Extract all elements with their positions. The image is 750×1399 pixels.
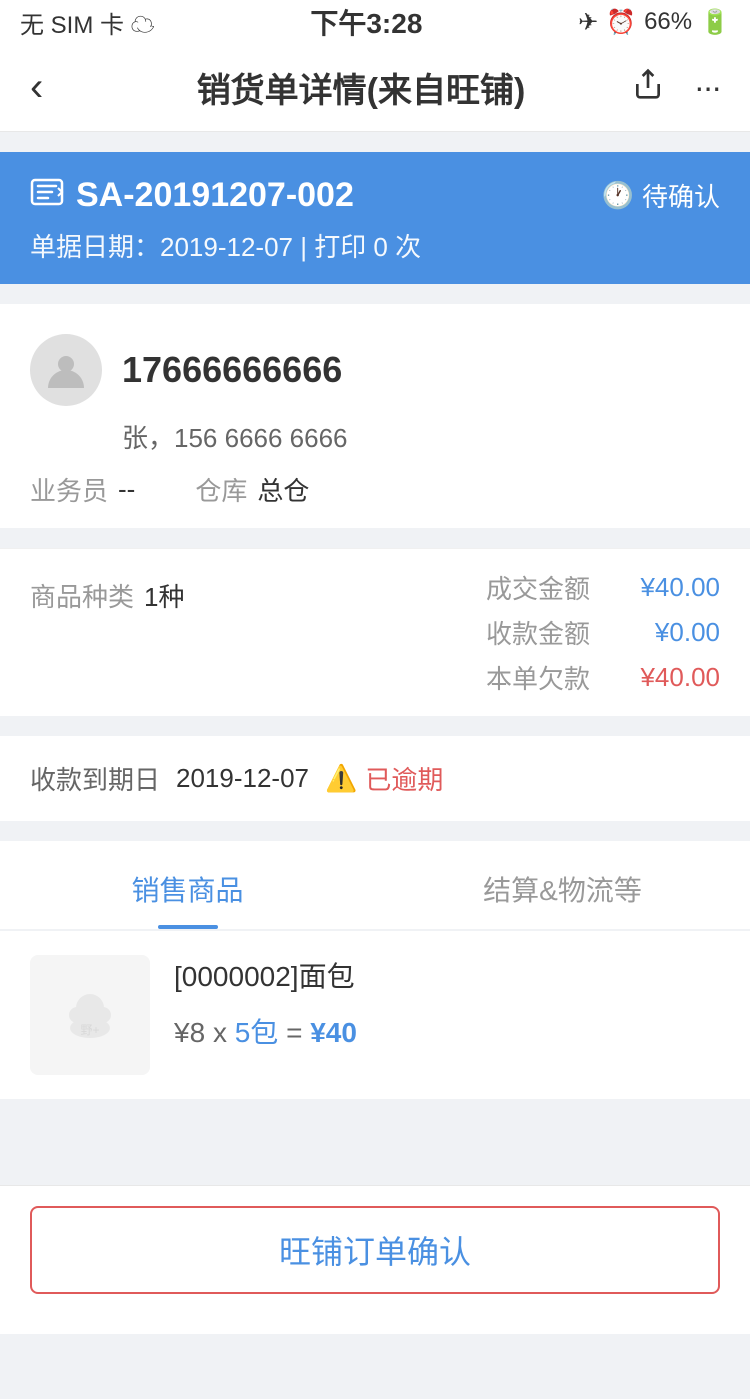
- order-header-top: SA-20191207-002 🕐 待确认: [30, 176, 720, 215]
- product-card: 野+ [0000002]面包 ¥8 x 5包 = ¥40: [0, 931, 750, 1099]
- total-price: ¥40: [310, 1017, 357, 1048]
- quantity: 5包: [235, 1017, 279, 1048]
- customer-meta: 业务员 -- 仓库 总仓: [30, 471, 720, 508]
- tabs: 销售商品 结算&物流等: [0, 841, 750, 929]
- sim-status: 无 SIM 卡 ☁: [20, 5, 155, 40]
- battery-icon: 🔋: [700, 8, 730, 37]
- svg-text:野+: 野+: [80, 1023, 99, 1037]
- warehouse-label: 仓库: [195, 471, 247, 508]
- status-time: 下午3:28: [310, 2, 422, 42]
- warehouse-value: 总仓: [257, 471, 309, 508]
- product-thumbnail: 野+: [30, 955, 150, 1075]
- salesperson-item: 业务员 --: [30, 471, 135, 508]
- share-button[interactable]: [632, 68, 664, 108]
- amount-value-2: ¥40.00: [610, 662, 720, 693]
- amount-label-1: 收款金额: [486, 614, 590, 651]
- warning-icon: ⚠️: [325, 763, 357, 794]
- due-label: 收款到期日: [30, 760, 160, 797]
- multiply-sign: x: [213, 1017, 235, 1048]
- amount-value-0: ¥40.00: [610, 572, 720, 603]
- unit-price: ¥8: [174, 1017, 205, 1048]
- amount-label-0: 成交金额: [486, 569, 590, 606]
- product-price-row: ¥8 x 5包 = ¥40: [174, 1011, 720, 1051]
- order-header: SA-20191207-002 🕐 待确认 单据日期：2019-12-07 | …: [0, 152, 750, 284]
- order-icon: [30, 176, 64, 215]
- bottom-bar: 旺铺订单确认: [0, 1185, 750, 1334]
- more-button[interactable]: ···: [694, 69, 720, 106]
- clock-icon: 🕐: [602, 180, 634, 211]
- product-types-value: 1种: [144, 577, 184, 614]
- tab-settlement[interactable]: 结算&物流等: [375, 841, 750, 929]
- customer-name: 张，156 6666 6666: [30, 418, 720, 455]
- amount-row-2: 本单欠款 ¥40.00: [486, 659, 720, 696]
- salesperson-value: --: [118, 474, 135, 505]
- customer-row: 17666666666: [30, 334, 720, 406]
- divider-1: [0, 528, 750, 548]
- back-button[interactable]: ‹: [30, 65, 90, 110]
- amount-label-2: 本单欠款: [486, 659, 590, 696]
- amount-row-1: 收款金额 ¥0.00: [486, 614, 720, 651]
- alarm-icon: ⏰: [606, 8, 636, 37]
- nav-bar: ‹ 销货单详情(来自旺铺) ···: [0, 44, 750, 132]
- nav-title: 销货单详情(来自旺铺): [90, 63, 632, 112]
- customer-phone: 17666666666: [122, 349, 342, 391]
- nav-actions: ···: [632, 68, 720, 108]
- customer-card: 17666666666 张，156 6666 6666 业务员 -- 仓库 总仓…: [0, 304, 750, 716]
- amounts: 成交金额 ¥40.00 收款金额 ¥0.00 本单欠款 ¥40.00: [486, 569, 720, 696]
- customer-section: 17666666666 张，156 6666 6666 业务员 -- 仓库 总仓: [0, 304, 750, 528]
- overdue-text: 已逾期: [365, 760, 443, 797]
- tab-products[interactable]: 销售商品: [0, 841, 375, 929]
- warehouse-item: 仓库 总仓: [195, 471, 309, 508]
- summary-section: 商品种类 1种 成交金额 ¥40.00 收款金额 ¥0.00 本单欠款 ¥40.…: [0, 548, 750, 716]
- confirm-button[interactable]: 旺铺订单确认: [30, 1206, 720, 1294]
- order-date: 单据日期：2019-12-07 | 打印 0 次: [30, 227, 720, 264]
- amount-row-0: 成交金额 ¥40.00: [486, 569, 720, 606]
- product-types: 商品种类 1种: [30, 569, 184, 614]
- equals-sign: =: [286, 1017, 310, 1048]
- order-status: 🕐 待确认: [602, 177, 720, 214]
- amount-value-1: ¥0.00: [610, 617, 720, 648]
- salesperson-label: 业务员: [30, 471, 108, 508]
- due-section: 收款到期日 2019-12-07 ⚠️ 已逾期: [0, 736, 750, 821]
- product-types-label: 商品种类: [30, 577, 134, 614]
- status-left: 无 SIM 卡 ☁: [20, 5, 155, 40]
- order-id: SA-20191207-002: [30, 176, 354, 215]
- product-info: [0000002]面包 ¥8 x 5包 = ¥40: [174, 955, 720, 1051]
- status-bar: 无 SIM 卡 ☁ 下午3:28 ✈ ⏰ 66% 🔋: [0, 0, 750, 44]
- status-right: ✈ ⏰ 66% 🔋: [578, 8, 730, 37]
- battery-level: 66%: [644, 8, 692, 36]
- overdue-badge: ⚠️ 已逾期: [325, 760, 443, 797]
- location-icon: ✈: [578, 8, 598, 37]
- product-name: [0000002]面包: [174, 955, 720, 995]
- avatar: [30, 334, 102, 406]
- due-date: 2019-12-07: [176, 763, 309, 794]
